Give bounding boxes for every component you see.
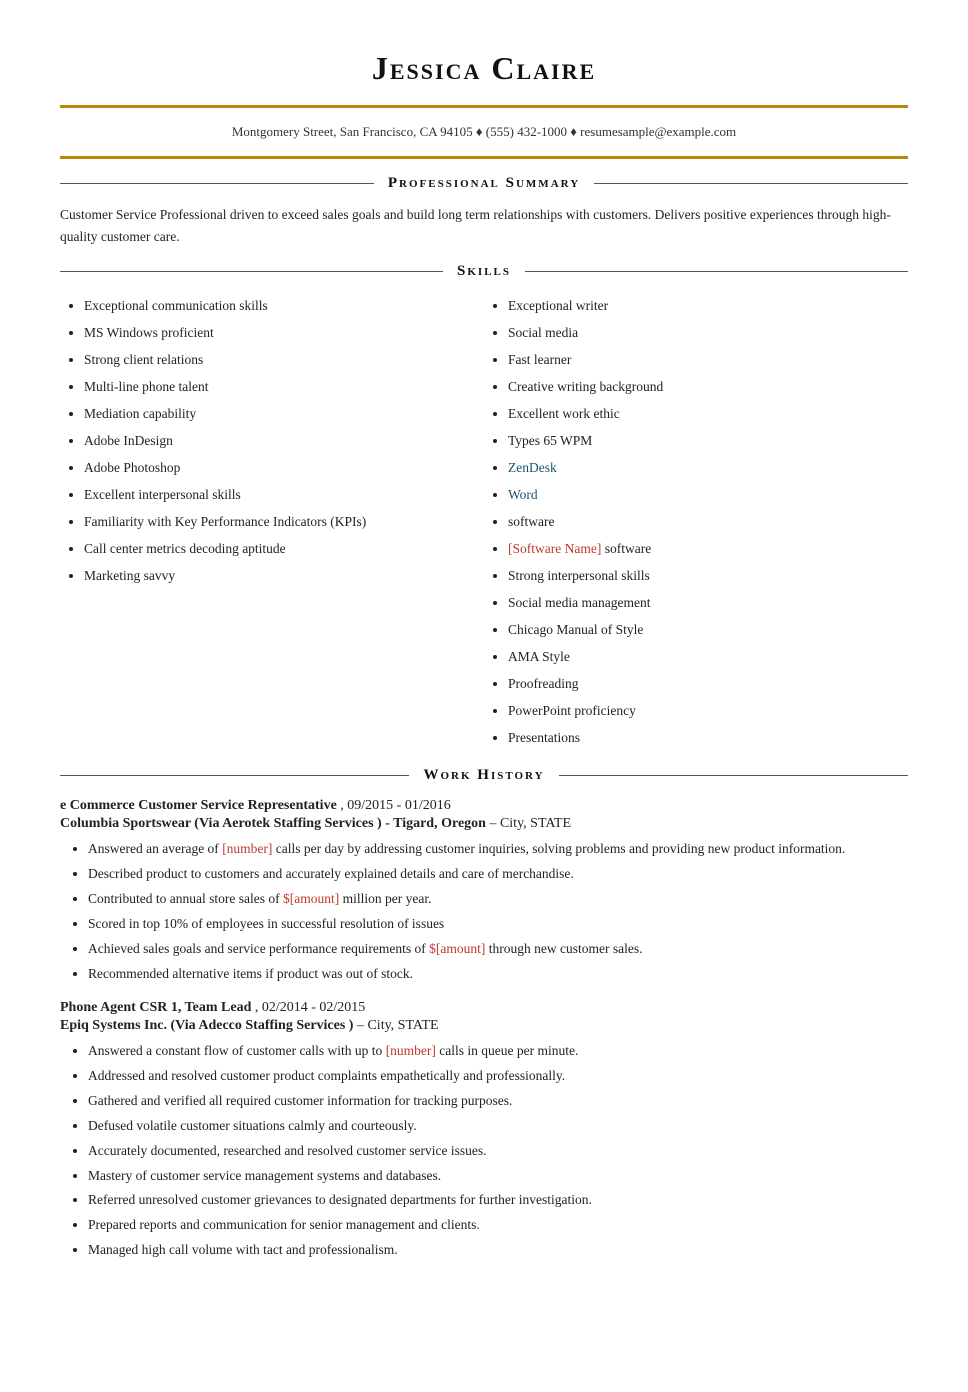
list-item: Familiarity with Key Performance Indicat…: [84, 508, 464, 535]
list-item: Recommended alternative items if product…: [88, 963, 908, 986]
number-bracket-2: [number]: [386, 1043, 436, 1058]
skills-container: Exceptional communication skills MS Wind…: [60, 292, 908, 751]
list-item: Proofreading: [508, 670, 888, 697]
list-item: Contributed to annual store sales of $[a…: [88, 888, 908, 911]
list-item: [Software Name] software: [508, 535, 888, 562]
work-section-header: Work History: [60, 767, 908, 784]
work-label: Work History: [409, 767, 558, 784]
summary-line-left: [60, 183, 374, 184]
job-2-company: Epiq Systems Inc. (Via Adecco Staffing S…: [60, 1018, 908, 1034]
list-item: Answered a constant flow of customer cal…: [88, 1040, 908, 1063]
name-header: Jessica Claire: [60, 30, 908, 97]
job-2-bullets: Answered a constant flow of customer cal…: [60, 1040, 908, 1262]
list-item: MS Windows proficient: [84, 319, 464, 346]
list-item: Defused volatile customer situations cal…: [88, 1115, 908, 1138]
job-2-title-text: Phone Agent CSR 1, Team Lead: [60, 1000, 251, 1015]
list-item: Prepared reports and communication for s…: [88, 1214, 908, 1237]
list-item: Multi-line phone talent: [84, 373, 464, 400]
job-1: e Commerce Customer Service Representati…: [60, 798, 908, 986]
skills-line-right: [525, 271, 908, 272]
amount-bracket-2: $[amount]: [429, 941, 485, 956]
skills-right-col: Exceptional writer Social media Fast lea…: [484, 292, 908, 751]
list-item: Strong client relations: [84, 346, 464, 373]
list-item: Creative writing background: [508, 373, 888, 400]
job-2-city: – City, STATE: [357, 1018, 439, 1033]
list-item: Scored in top 10% of employees in succes…: [88, 913, 908, 936]
list-item: Excellent work ethic: [508, 400, 888, 427]
resume-name: Jessica Claire: [60, 50, 908, 87]
list-item: AMA Style: [508, 643, 888, 670]
list-item: Addressed and resolved customer product …: [88, 1065, 908, 1088]
skills-right-list: Exceptional writer Social media Fast lea…: [484, 292, 888, 751]
job-2-title: Phone Agent CSR 1, Team Lead , 02/2014 -…: [60, 1000, 908, 1016]
list-item: Word: [508, 481, 888, 508]
summary-line-right: [594, 183, 908, 184]
job-2: Phone Agent CSR 1, Team Lead , 02/2014 -…: [60, 1000, 908, 1262]
list-item: PowerPoint proficiency: [508, 697, 888, 724]
list-item: Described product to customers and accur…: [88, 863, 908, 886]
skills-label: Skills: [443, 263, 525, 280]
software-bracket: [Software Name]: [508, 541, 601, 556]
skills-left-list: Exceptional communication skills MS Wind…: [60, 292, 464, 589]
job-1-bullets: Answered an average of [number] calls pe…: [60, 838, 908, 986]
list-item: Adobe Photoshop: [84, 454, 464, 481]
list-item: Exceptional communication skills: [84, 292, 464, 319]
job-1-title: e Commerce Customer Service Representati…: [60, 798, 908, 814]
list-item: Strong interpersonal skills: [508, 562, 888, 589]
list-item: Referred unresolved customer grievances …: [88, 1189, 908, 1212]
job-1-title-text: e Commerce Customer Service Representati…: [60, 798, 337, 813]
job-2-dates: , 02/2014 - 02/2015: [255, 1000, 365, 1015]
list-item: Achieved sales goals and service perform…: [88, 938, 908, 961]
contact-info: Montgomery Street, San Francisco, CA 941…: [60, 116, 908, 148]
word-link[interactable]: Word: [508, 487, 538, 502]
list-item: Call center metrics decoding aptitude: [84, 535, 464, 562]
list-item: Types 65 WPM: [508, 427, 888, 454]
summary-section-header: Professional Summary: [60, 175, 908, 192]
gold-divider-top: [60, 105, 908, 108]
list-item: software: [508, 508, 888, 535]
list-item: Answered an average of [number] calls pe…: [88, 838, 908, 861]
skills-section-header: Skills: [60, 263, 908, 280]
list-item: Mediation capability: [84, 400, 464, 427]
number-bracket: [number]: [222, 841, 272, 856]
list-item: Exceptional writer: [508, 292, 888, 319]
summary-text: Customer Service Professional driven to …: [60, 204, 908, 247]
skills-left-col: Exceptional communication skills MS Wind…: [60, 292, 484, 751]
list-item: Fast learner: [508, 346, 888, 373]
list-item: Gathered and verified all required custo…: [88, 1090, 908, 1113]
zendesk-link[interactable]: ZenDesk: [508, 460, 557, 475]
list-item: Social media: [508, 319, 888, 346]
list-item: ZenDesk: [508, 454, 888, 481]
amount-bracket-1: $[amount]: [283, 891, 339, 906]
work-section: e Commerce Customer Service Representati…: [60, 798, 908, 1262]
summary-label: Professional Summary: [374, 175, 594, 192]
list-item: Marketing savvy: [84, 562, 464, 589]
list-item: Accurately documented, researched and re…: [88, 1140, 908, 1163]
list-item: Chicago Manual of Style: [508, 616, 888, 643]
job-1-company: Columbia Sportswear (Via Aerotek Staffin…: [60, 816, 908, 832]
list-item: Excellent interpersonal skills: [84, 481, 464, 508]
list-item: Social media management: [508, 589, 888, 616]
list-item: Mastery of customer service management s…: [88, 1165, 908, 1188]
job-1-city: – City, STATE: [489, 816, 571, 831]
skills-line-left: [60, 271, 443, 272]
list-item: Adobe InDesign: [84, 427, 464, 454]
job-1-dates: , 09/2015 - 01/2016: [340, 798, 450, 813]
work-line-right: [559, 775, 908, 776]
list-item: Managed high call volume with tact and p…: [88, 1239, 908, 1262]
gold-divider-bottom: [60, 156, 908, 159]
list-item: Presentations: [508, 724, 888, 751]
work-line-left: [60, 775, 409, 776]
